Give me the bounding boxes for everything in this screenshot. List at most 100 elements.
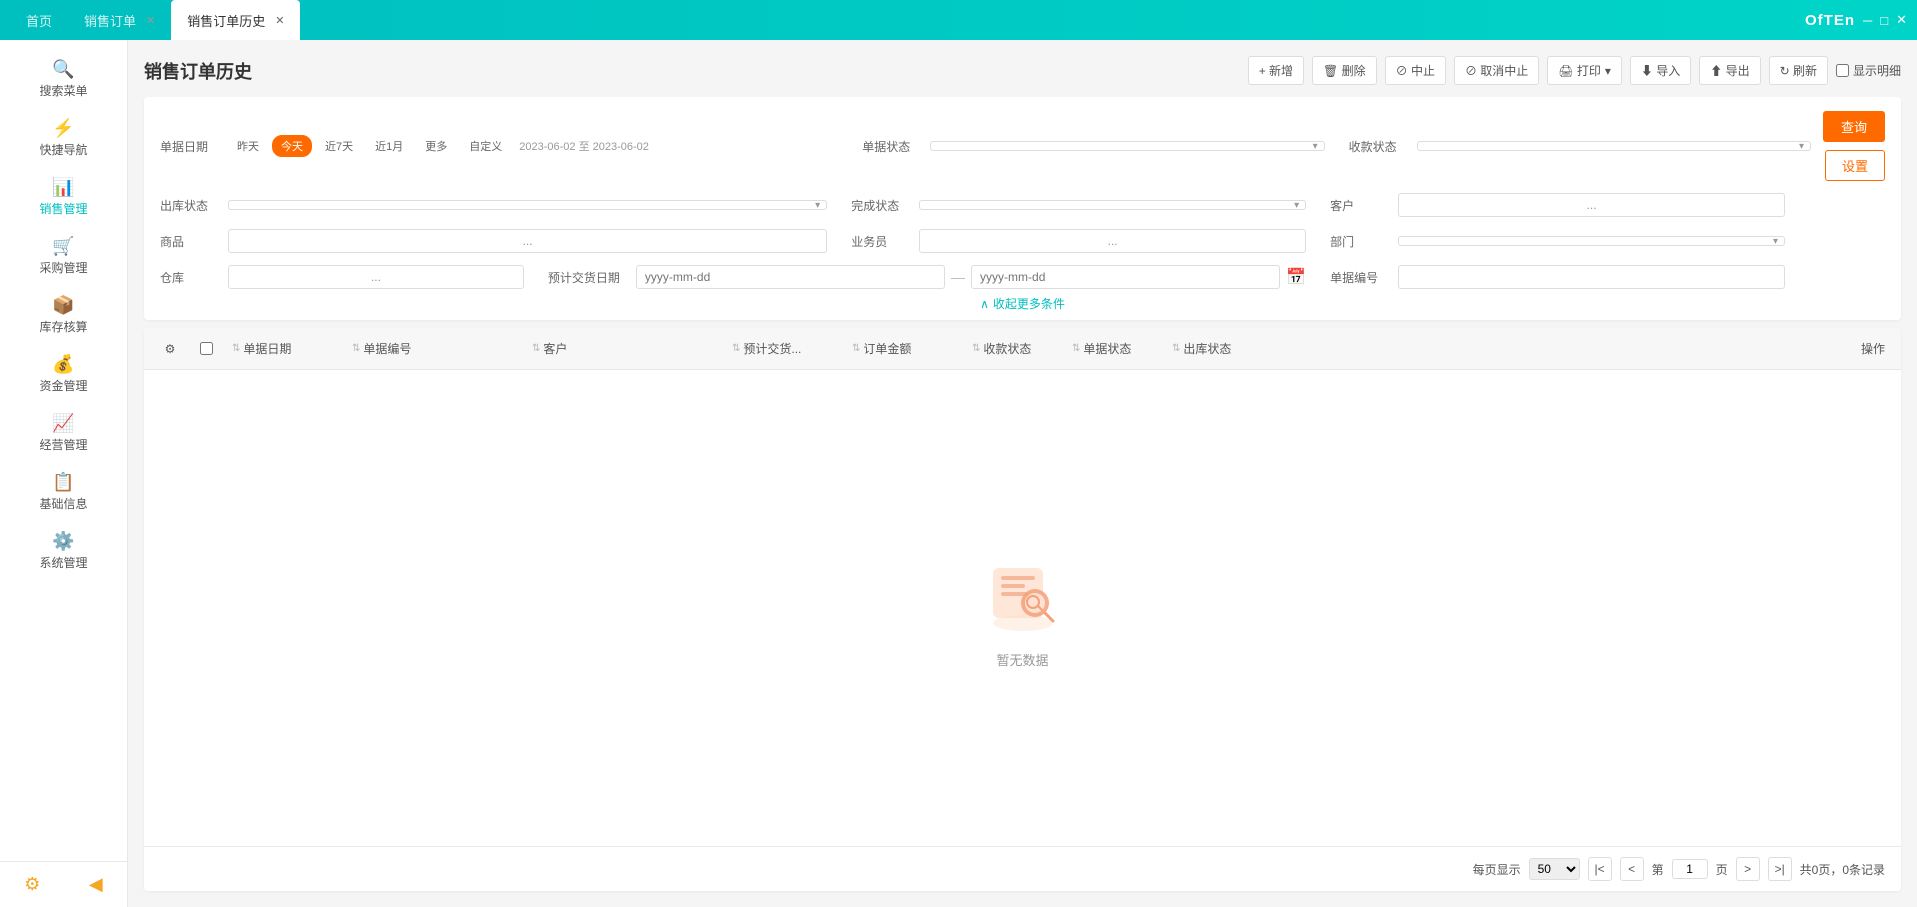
query-btn[interactable]: 查询 xyxy=(1823,111,1885,142)
sidebar-item-finance[interactable]: 💰 资金管理 xyxy=(0,343,127,402)
complete-status-label: 完成状态 xyxy=(851,197,911,214)
delivery-date-end-input[interactable] xyxy=(971,265,1280,289)
filter-voucher-no: 单据编号 xyxy=(1330,265,1785,289)
sidebar-item-quick-nav[interactable]: ⚡ 快捷导航 xyxy=(0,107,127,166)
tab-sales-order-history[interactable]: 销售订单历史 ✕ xyxy=(171,0,300,40)
show-detail-checkbox-label[interactable]: 显示明细 xyxy=(1836,62,1901,79)
sales-icon: 📊 xyxy=(52,178,74,196)
goods-btn[interactable]: ... xyxy=(228,229,827,253)
th-date-label: 单据日期 xyxy=(243,340,291,357)
pagination-bar: 每页显示 50 10 20 100 |< < 第 页 > >| 共0页，0条记录 xyxy=(144,846,1901,891)
print-btn[interactable]: 🖨 打印 ▾ xyxy=(1547,56,1622,85)
empty-state: 暂无数据 xyxy=(973,548,1073,669)
sidebar-item-search[interactable]: 🔍 搜索菜单 xyxy=(0,48,127,107)
window-minimize-btn[interactable]: ─ xyxy=(1863,13,1872,28)
first-page-btn[interactable]: |< xyxy=(1588,857,1612,881)
tab-home-label: 首页 xyxy=(26,11,52,30)
date-tag-1month[interactable]: 近1月 xyxy=(366,135,412,157)
setting-btn[interactable]: 设置 xyxy=(1825,150,1885,181)
tab-home[interactable]: 首页 xyxy=(10,0,68,40)
management-icon: 📈 xyxy=(52,414,74,432)
complete-status-select[interactable]: ▾ xyxy=(919,200,1306,210)
warehouse-btn[interactable]: ... xyxy=(228,265,524,289)
last-page-btn[interactable]: >| xyxy=(1768,857,1792,881)
date-tag-7days[interactable]: 近7天 xyxy=(316,135,362,157)
sidebar-item-system-label: 系统管理 xyxy=(39,554,87,571)
sort-icon-receipt: ⇅ xyxy=(972,343,980,354)
sidebar-item-purchase[interactable]: 🛒 采购管理 xyxy=(0,225,127,284)
th-num[interactable]: ⇅ 单据编号 xyxy=(344,330,524,367)
date-tag-yesterday[interactable]: 昨天 xyxy=(228,135,268,157)
delete-btn[interactable]: 🗑 删除 xyxy=(1312,56,1377,85)
th-date[interactable]: ⇅ 单据日期 xyxy=(224,330,344,367)
th-delivery-label: 预计交货... xyxy=(743,340,801,357)
voucher-status-select[interactable]: ▾ xyxy=(930,141,1324,151)
customer-btn[interactable]: ... xyxy=(1398,193,1785,217)
date-tag-more[interactable]: 更多 xyxy=(416,135,456,157)
delivery-calendar-icon[interactable]: 📅 xyxy=(1286,267,1306,287)
filter-voucher-status: 单据状态 ▾ xyxy=(862,138,1324,155)
th-customer[interactable]: ⇅ 客户 xyxy=(524,330,724,367)
toolbar: + 新增 🗑 删除 ⊘ 中止 ⊘ 取消中止 🖨 打印 ▾ ⬇ 导入 ⬆ 导出 ↻… xyxy=(1248,56,1901,85)
sidebar-item-system[interactable]: ⚙️ 系统管理 xyxy=(0,520,127,579)
next-page-btn[interactable]: > xyxy=(1736,857,1760,881)
collapse-sidebar-icon[interactable]: ◀ xyxy=(89,874,103,895)
delivery-date-separator: — xyxy=(951,269,965,285)
sidebar-item-purchase-label: 采购管理 xyxy=(39,259,87,276)
sort-icon-status: ⇅ xyxy=(1072,343,1080,354)
date-tag-custom[interactable]: 自定义 xyxy=(460,135,511,157)
tab-sales-order-history-close[interactable]: ✕ xyxy=(275,14,284,27)
filter-row-1: 单据日期 昨天 今天 近7天 近1月 更多 自定义 2023-06-02 至 2… xyxy=(160,111,1885,181)
th-delivery[interactable]: ⇅ 预计交货... xyxy=(724,330,844,367)
th-operation: 操作 xyxy=(1284,330,1893,367)
tabs-container: 首页 销售订单 ✕ 销售订单历史 ✕ xyxy=(10,0,300,40)
cancel-stop-btn[interactable]: ⊘ 取消中止 xyxy=(1454,56,1539,85)
delivery-date-start-input[interactable] xyxy=(636,265,945,289)
refresh-btn[interactable]: ↻ 刷新 xyxy=(1769,56,1828,85)
customer-label: 客户 xyxy=(1330,197,1390,214)
sidebar-item-management[interactable]: 📈 经营管理 xyxy=(0,402,127,461)
sidebar-item-inventory[interactable]: 📦 库存核算 xyxy=(0,284,127,343)
show-detail-checkbox[interactable] xyxy=(1836,64,1849,77)
th-amount-label: 订单金额 xyxy=(863,340,911,357)
th-out[interactable]: ⇅ 出库状态 xyxy=(1164,330,1284,367)
window-maximize-btn[interactable]: □ xyxy=(1880,13,1888,28)
salesperson-btn[interactable]: ... xyxy=(919,229,1306,253)
brand-label: OfTEn xyxy=(1805,12,1855,29)
sidebar-item-basic-info[interactable]: 📋 基础信息 xyxy=(0,461,127,520)
select-all-checkbox[interactable] xyxy=(200,342,213,355)
date-tag-today[interactable]: 今天 xyxy=(272,135,312,157)
table-header: ⚙ ⇅ 单据日期 ⇅ 单据编号 ⇅ 客户 ⇅ 预计交货... xyxy=(144,328,1901,370)
th-status[interactable]: ⇅ 单据状态 xyxy=(1064,330,1164,367)
total-text: 共0页，0条记录 xyxy=(1800,861,1885,878)
th-receipt[interactable]: ⇅ 收款状态 xyxy=(964,330,1064,367)
page-header: 销售订单历史 + 新增 🗑 删除 ⊘ 中止 ⊘ 取消中止 🖨 打印 ▾ ⬇ 导入… xyxy=(144,56,1901,85)
window-close-btn[interactable]: ✕ xyxy=(1896,12,1907,28)
tab-sales-order[interactable]: 销售订单 ✕ xyxy=(68,0,171,40)
prev-page-btn[interactable]: < xyxy=(1620,857,1644,881)
import-btn[interactable]: ⬇ 导入 xyxy=(1630,56,1691,85)
voucher-status-label: 单据状态 xyxy=(862,138,922,155)
th-checkbox[interactable] xyxy=(188,332,224,365)
sort-icon-customer: ⇅ xyxy=(532,343,540,354)
sidebar-item-sales[interactable]: 📊 销售管理 xyxy=(0,166,127,225)
export-btn[interactable]: ⬆ 导出 xyxy=(1699,56,1760,85)
filter-goods: 商品 ... xyxy=(160,229,827,253)
th-amount[interactable]: ⇅ 订单金额 xyxy=(844,330,964,367)
empty-illustration xyxy=(973,548,1073,638)
stop-btn[interactable]: ⊘ 中止 xyxy=(1385,56,1446,85)
new-btn[interactable]: + 新增 xyxy=(1248,56,1304,85)
out-status-select[interactable]: ▾ xyxy=(228,200,827,210)
sort-icon-out: ⇅ xyxy=(1172,343,1180,354)
page-size-select[interactable]: 50 10 20 100 xyxy=(1529,858,1580,880)
voucher-no-input[interactable] xyxy=(1398,265,1785,289)
th-settings[interactable]: ⚙ xyxy=(152,332,188,366)
dept-select[interactable]: ▾ xyxy=(1398,236,1785,246)
main-layout: 🔍 搜索菜单 ⚡ 快捷导航 📊 销售管理 🛒 采购管理 📦 库存核算 💰 资金管… xyxy=(0,40,1917,907)
tab-sales-order-close[interactable]: ✕ xyxy=(146,14,155,27)
filter-row-3: 商品 ... 业务员 ... 部门 ▾ xyxy=(160,229,1885,253)
current-page-input[interactable] xyxy=(1672,859,1708,879)
receipt-status-select[interactable]: ▾ xyxy=(1417,141,1811,151)
settings-bottom-icon[interactable]: ⚙ xyxy=(24,874,40,895)
collapse-row[interactable]: ∧ 收起更多条件 xyxy=(160,293,1885,312)
